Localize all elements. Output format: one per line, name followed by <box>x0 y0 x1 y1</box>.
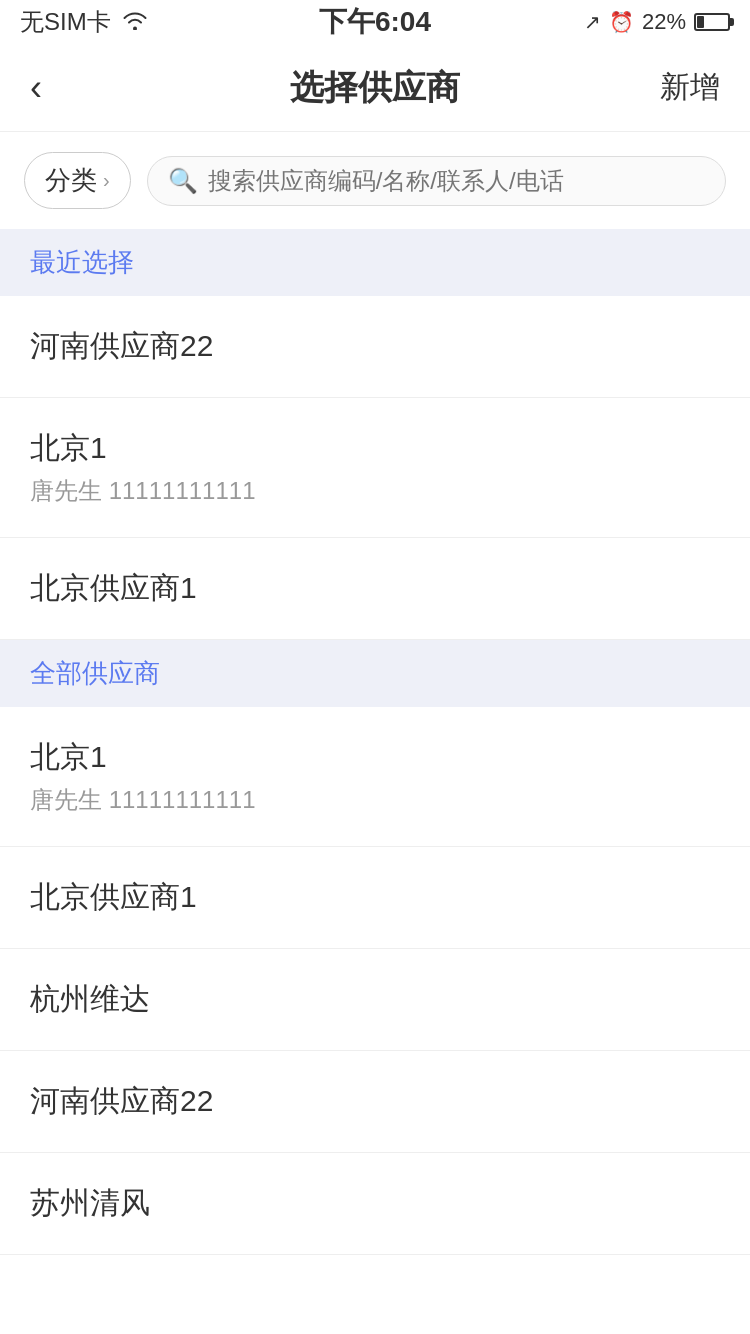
list-item[interactable]: 北京供应商1 <box>0 847 750 949</box>
item-name: 北京供应商1 <box>30 877 720 918</box>
list-item[interactable]: 杭州维达 <box>0 949 750 1051</box>
recent-section-label: 最近选择 <box>30 247 134 277</box>
item-name: 河南供应商22 <box>30 1081 720 1122</box>
category-label: 分类 <box>45 163 97 198</box>
list-item[interactable]: 北京1 唐先生 11111111111 <box>0 707 750 847</box>
status-left: 无SIM卡 <box>20 6 149 38</box>
recent-section-header: 最近选择 <box>0 229 750 296</box>
back-button[interactable]: ‹ <box>30 67 90 109</box>
status-right: ↗ ⏰ 22% <box>584 9 730 35</box>
recent-list: 河南供应商22 北京1 唐先生 11111111111 北京供应商1 <box>0 296 750 640</box>
item-name: 苏州清风 <box>30 1183 720 1224</box>
search-box: 🔍 <box>147 156 726 206</box>
item-name: 北京供应商1 <box>30 568 720 609</box>
search-icon: 🔍 <box>168 167 198 195</box>
carrier-label: 无SIM卡 <box>20 6 111 38</box>
alarm-icon: ⏰ <box>609 10 634 34</box>
add-button[interactable]: 新增 <box>660 67 720 108</box>
item-name: 北京1 <box>30 737 720 778</box>
page-title: 选择供应商 <box>290 65 460 111</box>
list-item[interactable]: 河南供应商22 <box>0 296 750 398</box>
battery-label: 22% <box>642 9 686 35</box>
all-section-label: 全部供应商 <box>30 658 160 688</box>
category-button[interactable]: 分类 › <box>24 152 131 209</box>
list-item[interactable]: 北京1 唐先生 11111111111 <box>0 398 750 538</box>
list-item[interactable]: 河南供应商22 <box>0 1051 750 1153</box>
list-item[interactable]: 苏州清风 <box>0 1153 750 1255</box>
item-sub: 唐先生 11111111111 <box>30 784 720 816</box>
filter-bar: 分类 › 🔍 <box>0 132 750 229</box>
wifi-icon <box>121 8 149 36</box>
item-sub: 唐先生 11111111111 <box>30 475 720 507</box>
item-name: 河南供应商22 <box>30 326 720 367</box>
list-item[interactable]: 北京供应商1 <box>0 538 750 640</box>
location-icon: ↗ <box>584 10 601 34</box>
item-name: 北京1 <box>30 428 720 469</box>
search-input[interactable] <box>208 167 705 195</box>
chevron-right-icon: › <box>103 169 110 192</box>
nav-bar: ‹ 选择供应商 新增 <box>0 44 750 132</box>
status-bar: 无SIM卡 下午6:04 ↗ ⏰ 22% <box>0 0 750 44</box>
all-list: 北京1 唐先生 11111111111 北京供应商1 杭州维达河南供应商22 苏州清风 <box>0 707 750 1255</box>
status-time: 下午6:04 <box>319 3 431 41</box>
item-name: 杭州维达 <box>30 979 720 1020</box>
battery-icon <box>694 13 730 31</box>
all-section-header: 全部供应商 <box>0 640 750 707</box>
